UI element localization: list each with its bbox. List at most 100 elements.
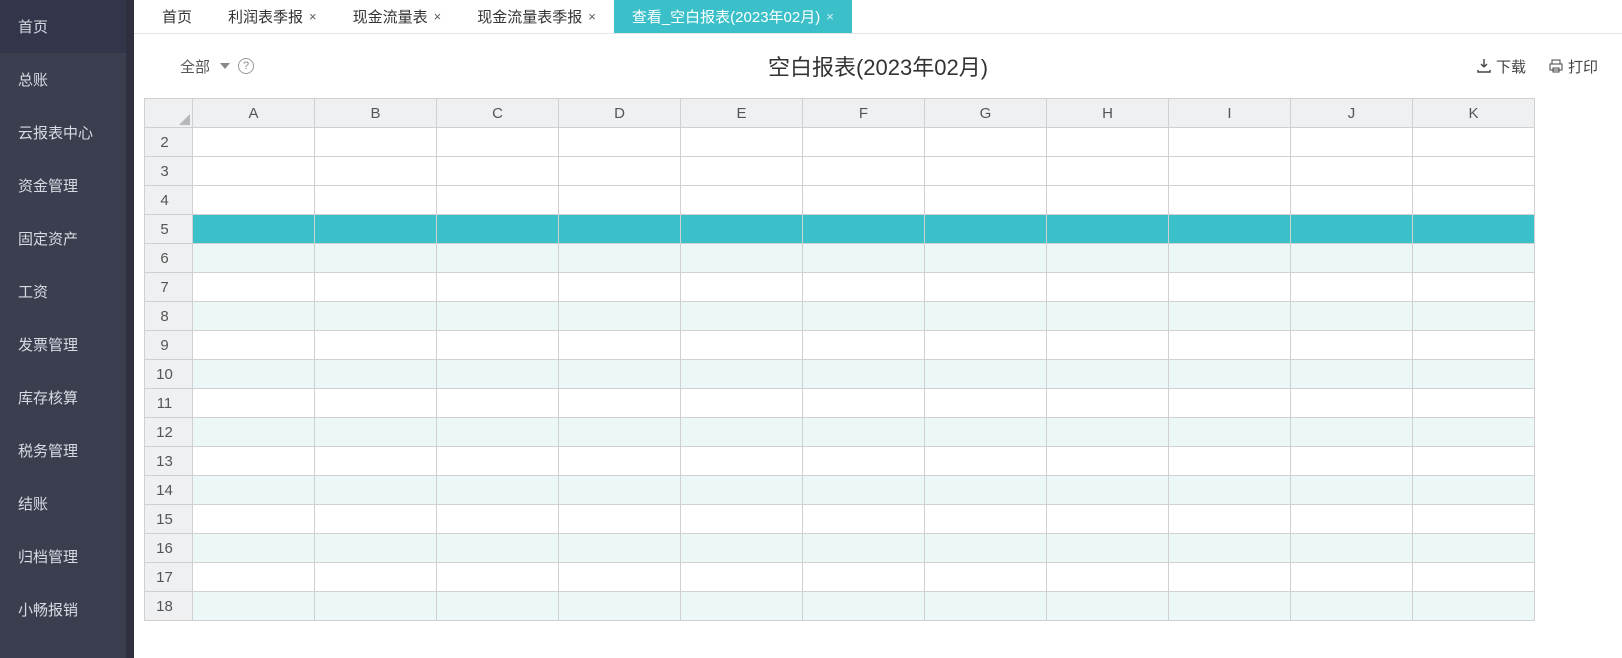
cell-K17[interactable] (1413, 563, 1535, 592)
cell-I5[interactable] (1169, 215, 1291, 244)
cell-I14[interactable] (1169, 476, 1291, 505)
sidebar-item-1[interactable]: 总账 (0, 53, 126, 106)
cell-E17[interactable] (681, 563, 803, 592)
cell-J18[interactable] (1291, 592, 1413, 621)
cell-I16[interactable] (1169, 534, 1291, 563)
cell-G9[interactable] (925, 331, 1047, 360)
cell-B2[interactable] (315, 128, 437, 157)
cell-H18[interactable] (1047, 592, 1169, 621)
cell-E18[interactable] (681, 592, 803, 621)
cell-D13[interactable] (559, 447, 681, 476)
cell-G16[interactable] (925, 534, 1047, 563)
cell-J16[interactable] (1291, 534, 1413, 563)
cell-A15[interactable] (193, 505, 315, 534)
cell-J15[interactable] (1291, 505, 1413, 534)
cell-G7[interactable] (925, 273, 1047, 302)
cell-F5[interactable] (803, 215, 925, 244)
cell-C9[interactable] (437, 331, 559, 360)
select-all-corner[interactable] (145, 99, 193, 128)
column-header-F[interactable]: F (803, 99, 925, 128)
cell-K6[interactable] (1413, 244, 1535, 273)
sidebar-item-3[interactable]: 资金管理 (0, 159, 126, 212)
cell-F6[interactable] (803, 244, 925, 273)
cell-F9[interactable] (803, 331, 925, 360)
row-header-12[interactable]: 12 (145, 418, 193, 447)
cell-C18[interactable] (437, 592, 559, 621)
cell-E4[interactable] (681, 186, 803, 215)
download-button[interactable]: 下载 (1476, 56, 1526, 77)
cell-J4[interactable] (1291, 186, 1413, 215)
cell-H5[interactable] (1047, 215, 1169, 244)
close-icon[interactable]: × (588, 9, 596, 24)
cell-I17[interactable] (1169, 563, 1291, 592)
cell-H2[interactable] (1047, 128, 1169, 157)
cell-K7[interactable] (1413, 273, 1535, 302)
spreadsheet[interactable]: ABCDEFGHIJK23456789101112131415161718 (144, 98, 1535, 621)
cell-A16[interactable] (193, 534, 315, 563)
cell-G15[interactable] (925, 505, 1047, 534)
row-header-16[interactable]: 16 (145, 534, 193, 563)
column-header-B[interactable]: B (315, 99, 437, 128)
cell-I7[interactable] (1169, 273, 1291, 302)
cell-H17[interactable] (1047, 563, 1169, 592)
cell-A4[interactable] (193, 186, 315, 215)
row-header-13[interactable]: 13 (145, 447, 193, 476)
sidebar-item-0[interactable]: 首页 (0, 0, 126, 53)
cell-B7[interactable] (315, 273, 437, 302)
column-header-K[interactable]: K (1413, 99, 1535, 128)
cell-H12[interactable] (1047, 418, 1169, 447)
column-header-C[interactable]: C (437, 99, 559, 128)
cell-K13[interactable] (1413, 447, 1535, 476)
cell-D5[interactable] (559, 215, 681, 244)
cell-D7[interactable] (559, 273, 681, 302)
cell-B5[interactable] (315, 215, 437, 244)
cell-J2[interactable] (1291, 128, 1413, 157)
cell-G5[interactable] (925, 215, 1047, 244)
cell-A8[interactable] (193, 302, 315, 331)
cell-B11[interactable] (315, 389, 437, 418)
cell-A3[interactable] (193, 157, 315, 186)
cell-G10[interactable] (925, 360, 1047, 389)
cell-B4[interactable] (315, 186, 437, 215)
cell-C16[interactable] (437, 534, 559, 563)
cell-E2[interactable] (681, 128, 803, 157)
help-icon[interactable]: ? (238, 58, 254, 74)
cell-G14[interactable] (925, 476, 1047, 505)
cell-J6[interactable] (1291, 244, 1413, 273)
cell-C14[interactable] (437, 476, 559, 505)
column-header-I[interactable]: I (1169, 99, 1291, 128)
cell-J14[interactable] (1291, 476, 1413, 505)
tab-1[interactable]: 利润表季报× (210, 0, 335, 33)
cell-B6[interactable] (315, 244, 437, 273)
cell-D2[interactable] (559, 128, 681, 157)
cell-A17[interactable] (193, 563, 315, 592)
cell-B16[interactable] (315, 534, 437, 563)
cell-K2[interactable] (1413, 128, 1535, 157)
cell-C4[interactable] (437, 186, 559, 215)
cell-F3[interactable] (803, 157, 925, 186)
cell-H6[interactable] (1047, 244, 1169, 273)
cell-D3[interactable] (559, 157, 681, 186)
cell-H11[interactable] (1047, 389, 1169, 418)
tab-4[interactable]: 查看_空白报表(2023年02月)× (614, 0, 852, 33)
cell-I15[interactable] (1169, 505, 1291, 534)
cell-B9[interactable] (315, 331, 437, 360)
cell-J13[interactable] (1291, 447, 1413, 476)
cell-F13[interactable] (803, 447, 925, 476)
cell-I9[interactable] (1169, 331, 1291, 360)
cell-E12[interactable] (681, 418, 803, 447)
cell-D6[interactable] (559, 244, 681, 273)
cell-B15[interactable] (315, 505, 437, 534)
cell-D16[interactable] (559, 534, 681, 563)
cell-B13[interactable] (315, 447, 437, 476)
cell-G3[interactable] (925, 157, 1047, 186)
row-header-17[interactable]: 17 (145, 563, 193, 592)
cell-A12[interactable] (193, 418, 315, 447)
cell-J9[interactable] (1291, 331, 1413, 360)
cell-J3[interactable] (1291, 157, 1413, 186)
column-header-E[interactable]: E (681, 99, 803, 128)
cell-C2[interactable] (437, 128, 559, 157)
cell-B3[interactable] (315, 157, 437, 186)
cell-A2[interactable] (193, 128, 315, 157)
close-icon[interactable]: × (434, 9, 442, 24)
